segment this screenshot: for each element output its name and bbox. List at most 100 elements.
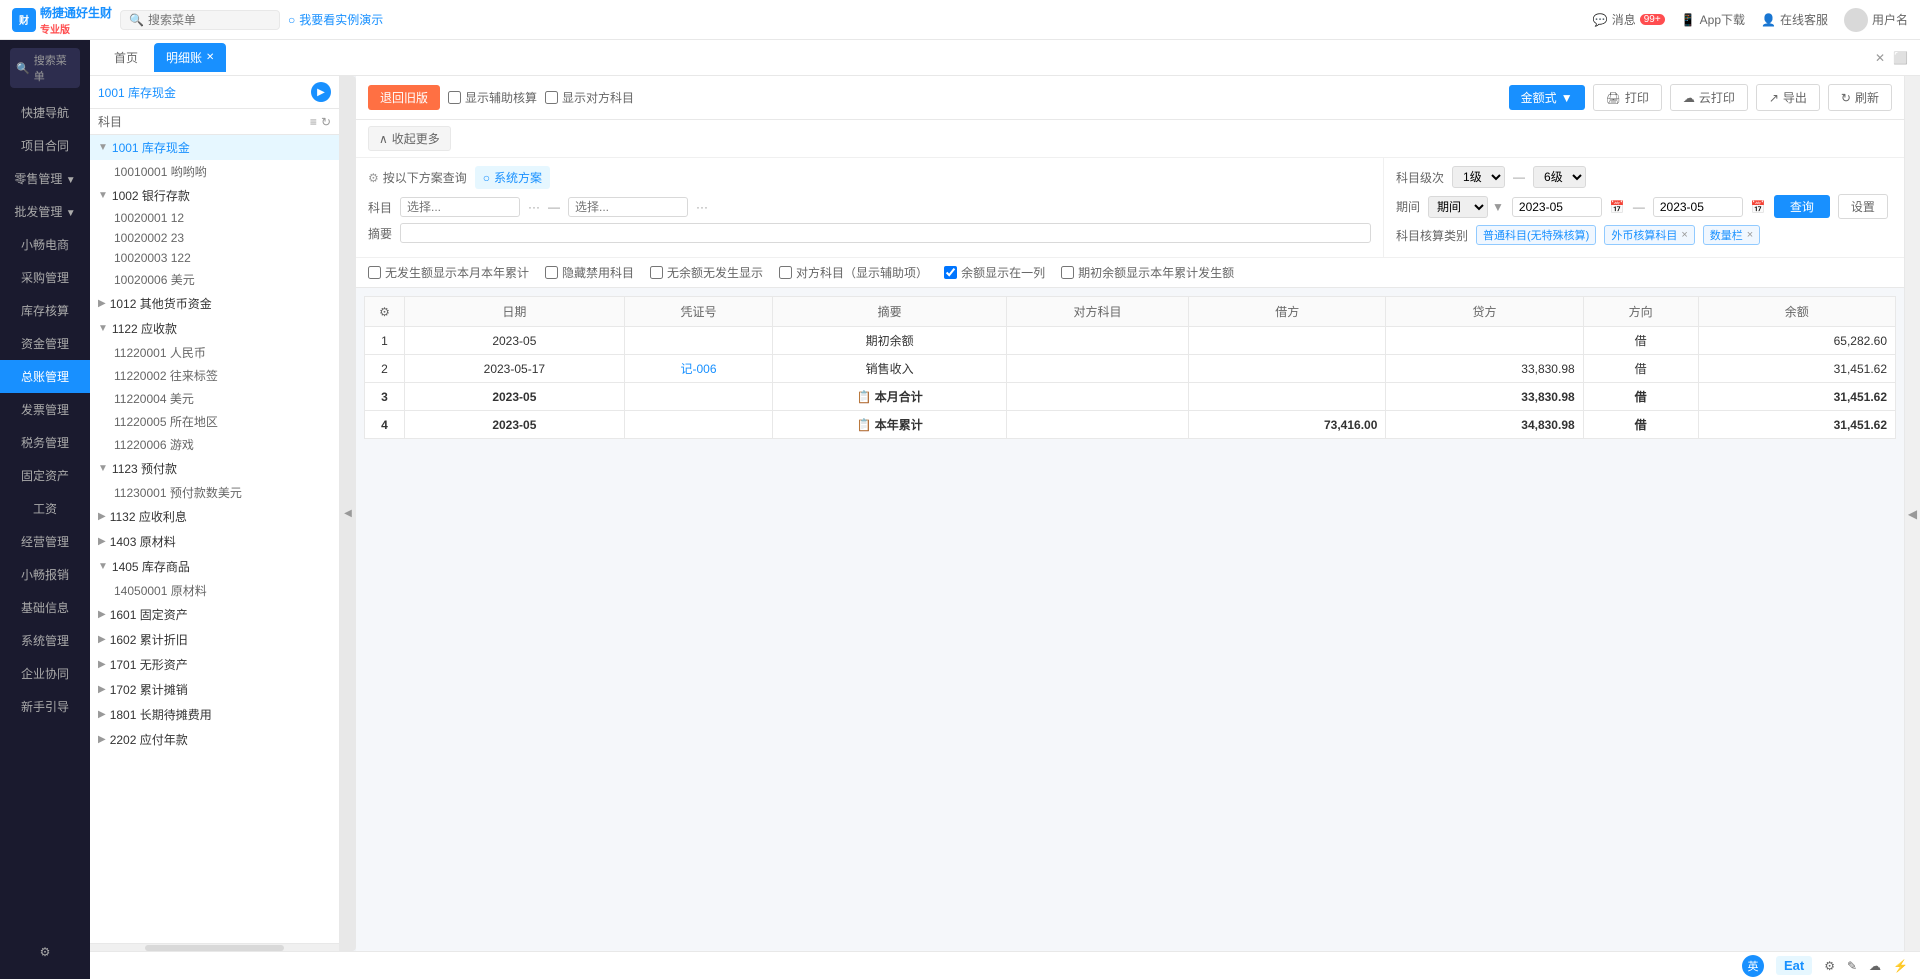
tag-foreign-close[interactable]: × — [1681, 229, 1687, 241]
sidebar-item-quick-nav[interactable]: 快捷导航 — [0, 96, 90, 129]
refresh-btn[interactable]: ↻ 刷新 — [1828, 84, 1892, 111]
tab-detail[interactable]: 明细账 ✕ — [154, 43, 226, 72]
subject-input-to[interactable] — [568, 197, 688, 217]
account-group-1405[interactable]: ▼ 1405 库存商品 — [90, 554, 339, 579]
sidebar-item-fund-mgmt[interactable]: 资金管理 — [0, 327, 90, 360]
period-type-select[interactable]: 期间 — [1428, 196, 1488, 218]
account-item-11220001[interactable]: 11220001 人民币 — [90, 341, 339, 364]
account-group-1701[interactable]: ▶ 1701 无形资产 — [90, 652, 339, 677]
side-expand-btn[interactable]: ◀ — [1904, 76, 1920, 951]
account-group-1122[interactable]: ▼ 1122 应收款 — [90, 316, 339, 341]
account-item-10020002[interactable]: 10020002 23 — [90, 228, 339, 248]
period-from-input[interactable] — [1512, 197, 1602, 217]
account-item-10010001[interactable]: 10010001 哟哟哟 — [90, 160, 339, 183]
account-group-2202[interactable]: ▶ 2202 应付年款 — [90, 727, 339, 752]
message-btn[interactable]: 💬 消息 99+ — [1593, 11, 1665, 28]
online-service-btn[interactable]: 👤 在线客服 — [1761, 11, 1828, 28]
tab-close-btn[interactable]: ✕ — [206, 52, 214, 63]
checkbox-contra-input[interactable] — [779, 266, 792, 279]
return-old-version-btn[interactable]: 退回旧版 — [368, 85, 440, 110]
subject-input[interactable] — [400, 197, 520, 217]
sidebar-item-purchase-mgmt[interactable]: 采购管理 — [0, 261, 90, 294]
checkbox-balance-col[interactable]: 余额显示在一列 — [944, 264, 1045, 281]
tree-sort-btn[interactable]: ≡ — [310, 115, 317, 129]
sidebar-item-ledger-mgmt[interactable]: 总账管理 — [0, 360, 90, 393]
sidebar-item-beginner-guide[interactable]: 新手引导 — [0, 690, 90, 723]
user-btn[interactable]: 用户名 — [1844, 8, 1908, 32]
tab-home[interactable]: 首页 — [102, 43, 150, 72]
scheme-btn[interactable]: ○ 系统方案 — [475, 166, 550, 189]
account-group-1123[interactable]: ▼ 1123 预付款 — [90, 456, 339, 481]
print-btn[interactable]: 🖨 打印 — [1593, 84, 1662, 111]
export-btn[interactable]: ↗ 导出 — [1756, 84, 1820, 111]
account-group-1001[interactable]: ▼ 1001 库存现金 — [90, 135, 339, 160]
sidebar-item-enterprise-collab[interactable]: 企业协同 — [0, 657, 90, 690]
maximize-icon[interactable]: ⬜ — [1893, 51, 1908, 65]
eat-btn[interactable]: Eat — [1776, 956, 1812, 975]
checkbox-no-occur[interactable]: 无发生额显示本月本年累计 — [368, 264, 529, 281]
query-btn[interactable]: 查询 — [1774, 195, 1830, 218]
sidebar-item-project-contract[interactable]: 项目合同 — [0, 129, 90, 162]
account-group-1801[interactable]: ▶ 1801 长期待摊费用 — [90, 702, 339, 727]
status-bolt-icon[interactable]: ⚡ — [1893, 959, 1908, 973]
period-calendar-icon-2[interactable]: 📅 — [1751, 200, 1766, 214]
tag-foreign[interactable]: 外币核算科目 × — [1604, 225, 1694, 245]
sidebar-item-invoice-mgmt[interactable]: 发票管理 — [0, 393, 90, 426]
collapse-more-btn[interactable]: ∧ 收起更多 — [368, 126, 451, 151]
checkbox-no-balance[interactable]: 无余额无发生显示 — [650, 264, 763, 281]
sidebar-search[interactable]: 🔍 搜索菜单 — [10, 48, 80, 88]
account-item-10020001[interactable]: 10020001 12 — [90, 208, 339, 228]
checkbox-balance-col-input[interactable] — [944, 266, 957, 279]
account-group-1702[interactable]: ▶ 1702 累计摊销 — [90, 677, 339, 702]
sidebar-item-expense[interactable]: 小畅报销 — [0, 558, 90, 591]
sidebar-item-fixed-assets[interactable]: 固定资产 — [0, 459, 90, 492]
checkbox-hide-disabled-input[interactable] — [545, 266, 558, 279]
checkbox-opening-input[interactable] — [1061, 266, 1074, 279]
account-group-1602[interactable]: ▶ 1602 累计折旧 — [90, 627, 339, 652]
account-nav-btn[interactable]: ▶ — [311, 82, 331, 102]
cloud-print-btn[interactable]: ☁ 云打印 — [1670, 84, 1748, 111]
tree-refresh-btn[interactable]: ↻ — [321, 115, 331, 129]
checkbox-opening[interactable]: 期初余额显示本年累计发生额 — [1061, 264, 1234, 281]
settings-btn[interactable]: ⚙ — [32, 937, 59, 967]
status-cloud-icon[interactable]: ☁ — [1869, 959, 1881, 973]
summary-input[interactable] — [400, 223, 1371, 243]
account-item-10020003[interactable]: 10020003 122 — [90, 248, 339, 268]
demo-btn[interactable]: ○ 我要看实例演示 — [288, 11, 383, 28]
checkbox-no-occur-input[interactable] — [368, 266, 381, 279]
account-item-10020006[interactable]: 10020006 美元 — [90, 268, 339, 291]
col-config[interactable]: ⚙ — [365, 297, 405, 327]
status-lang-btn[interactable]: 英 — [1742, 955, 1764, 977]
sidebar-item-tax-mgmt[interactable]: 税务管理 — [0, 426, 90, 459]
top-search-input[interactable] — [148, 13, 268, 27]
account-group-1601[interactable]: ▶ 1601 固定资产 — [90, 602, 339, 627]
account-group-1403[interactable]: ▶ 1403 原材料 — [90, 529, 339, 554]
checkbox-hide-disabled[interactable]: 隐藏禁用科目 — [545, 264, 634, 281]
account-item-14050001[interactable]: 14050001 原材料 — [90, 579, 339, 602]
show-helper-input[interactable] — [448, 91, 461, 104]
sidebar-item-basic-info[interactable]: 基础信息 — [0, 591, 90, 624]
row-voucher-2[interactable]: 记-006 — [624, 355, 773, 383]
sidebar-item-wholesale-mgmt[interactable]: 批发管理 ▼ — [0, 195, 90, 228]
sidebar-item-operations-mgmt[interactable]: 经营管理 — [0, 525, 90, 558]
account-item-11220002[interactable]: 11220002 往来标签 — [90, 364, 339, 387]
tree-collapse-btn[interactable]: ◀ — [340, 76, 356, 951]
account-group-1012[interactable]: ▶ 1012 其他货币资金 — [90, 291, 339, 316]
period-to-input[interactable] — [1653, 197, 1743, 217]
style-btn[interactable]: 金额式 ▼ — [1509, 85, 1585, 110]
account-item-11220006[interactable]: 11220006 游戏 — [90, 433, 339, 456]
show-helper-checkbox[interactable]: 显示辅助核算 — [448, 89, 537, 106]
search-box-top[interactable]: 🔍 — [120, 10, 280, 30]
status-settings-icon[interactable]: ⚙ — [1824, 959, 1835, 973]
tag-quantity-close[interactable]: × — [1747, 229, 1753, 241]
account-group-1002[interactable]: ▼ 1002 银行存款 — [90, 183, 339, 208]
account-group-1132[interactable]: ▶ 1132 应收利息 — [90, 504, 339, 529]
show-contra-input[interactable] — [545, 91, 558, 104]
tag-quantity[interactable]: 数量栏 × — [1703, 225, 1760, 245]
sidebar-item-inventory-calc[interactable]: 库存核算 — [0, 294, 90, 327]
close-all-icon[interactable]: ✕ — [1875, 51, 1885, 65]
checkbox-no-balance-input[interactable] — [650, 266, 663, 279]
level-to-select[interactable]: 6级5级4级 — [1533, 166, 1586, 188]
account-item-11220004[interactable]: 11220004 美元 — [90, 387, 339, 410]
sidebar-item-system-mgmt[interactable]: 系统管理 — [0, 624, 90, 657]
